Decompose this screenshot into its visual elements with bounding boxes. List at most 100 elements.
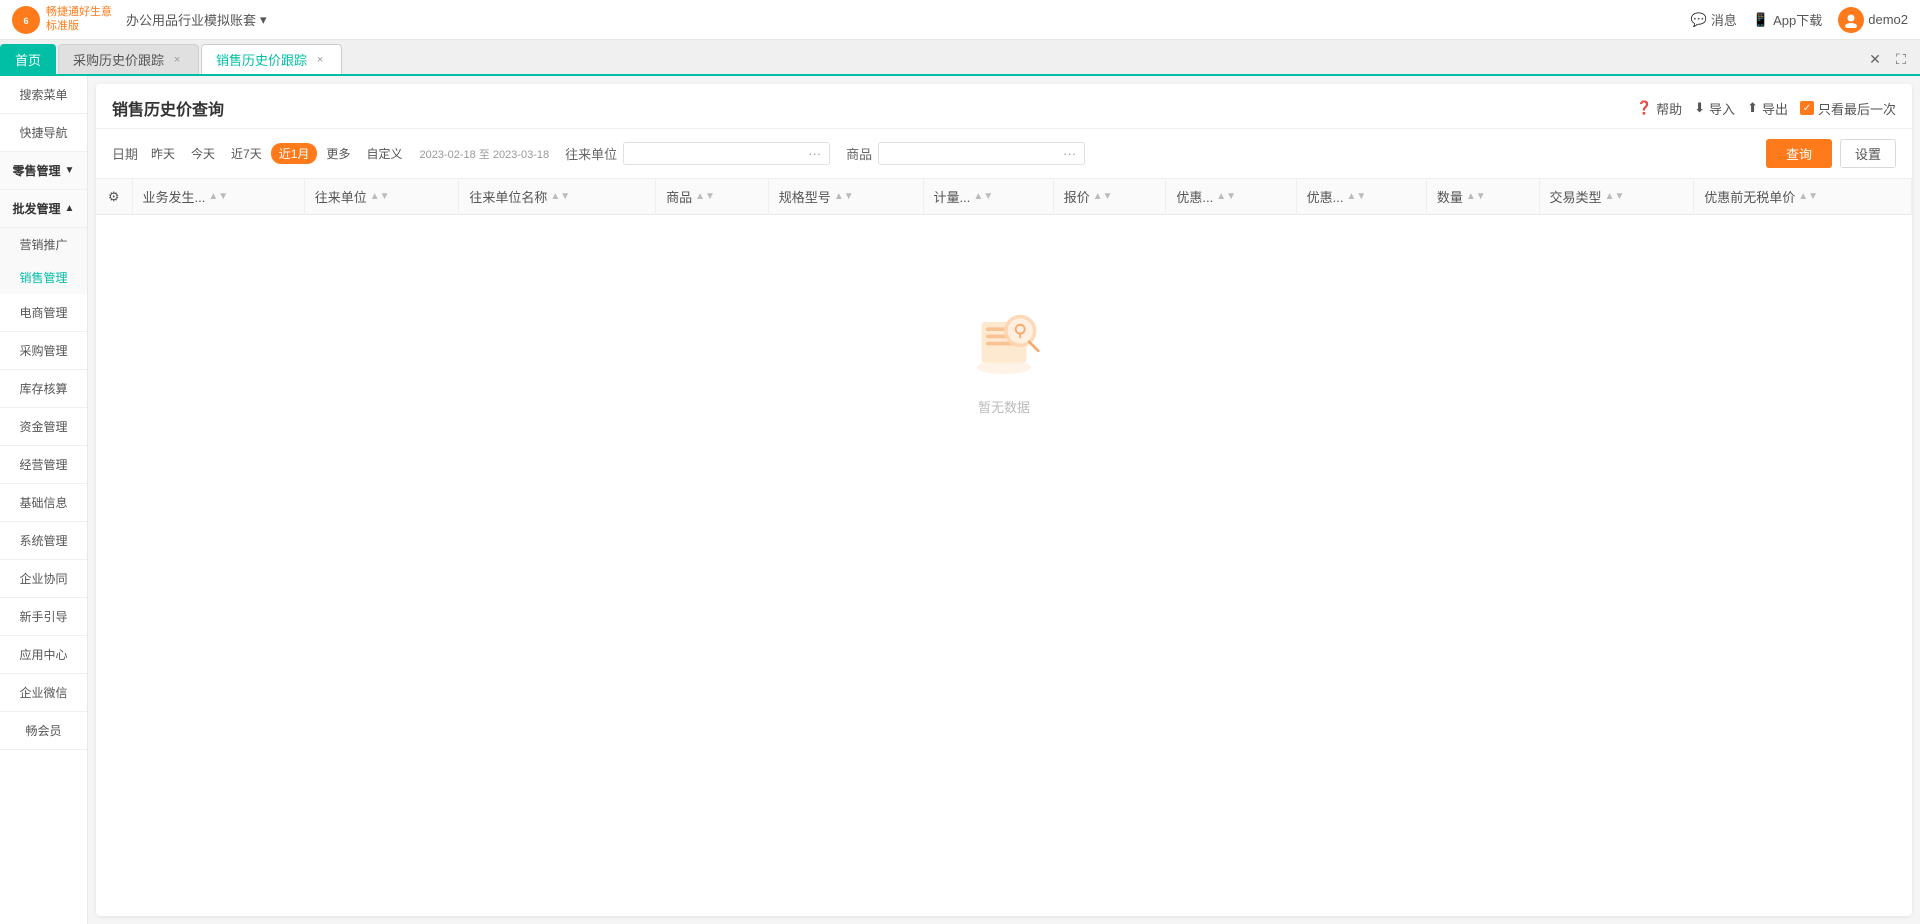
counterparty-dots[interactable]: ···	[808, 146, 821, 161]
app-download-btn[interactable]: 📱 App下载	[1753, 10, 1822, 29]
product-input-wrapper: ···	[878, 142, 1085, 165]
wholesale-caret-icon: ▲	[65, 203, 75, 214]
filter-actions: 查询 设置	[1766, 139, 1896, 168]
import-btn[interactable]: ⬇ 导入	[1694, 99, 1735, 118]
only-last-checkbox[interactable]: ✓	[1800, 101, 1814, 115]
col-settings[interactable]: ⚙	[96, 179, 132, 215]
logo-area: 6 畅捷通好生意 标准版	[12, 6, 112, 34]
sidebar-item-system[interactable]: 系统管理	[0, 522, 87, 560]
tab-sales-history[interactable]: 销售历史价跟踪 ×	[201, 44, 342, 74]
sidebar-item-purchase[interactable]: 采购管理	[0, 332, 87, 370]
logo-text: 畅捷通好生意 标准版	[46, 6, 112, 32]
product-dots[interactable]: ···	[1063, 146, 1076, 161]
sidebar-item-marketing[interactable]: 营销推广	[0, 228, 87, 261]
col-discount2[interactable]: 优惠... ▲▼	[1296, 179, 1426, 215]
sidebar-item-retail-mgmt[interactable]: 零售管理 ▼	[0, 152, 87, 190]
close-all-tabs-btn[interactable]: ✕	[1864, 48, 1886, 70]
sort-icon-pretax-price: ▲▼	[1798, 192, 1818, 202]
tab-home[interactable]: 首页	[0, 44, 56, 74]
sales-history-tab-label: 销售历史价跟踪	[216, 50, 307, 69]
sidebar-item-new-guide[interactable]: 新手引导	[0, 598, 87, 636]
col-discount1[interactable]: 优惠... ▲▼	[1166, 179, 1296, 215]
empty-state: 暂无数据	[96, 215, 1912, 496]
help-btn[interactable]: ❓ 帮助	[1636, 99, 1682, 118]
only-last-checkbox-label[interactable]: ✓ 只看最后一次	[1800, 99, 1896, 118]
help-icon: ❓	[1636, 100, 1652, 116]
top-header: 6 畅捷通好生意 标准版 办公用品行业模拟账套 ▾ 💬 消息 📱 App下载 d…	[0, 0, 1920, 40]
sidebar-item-vip[interactable]: 畅会员	[0, 712, 87, 750]
maximize-btn[interactable]: ⛶	[1890, 48, 1912, 70]
col-trade-type[interactable]: 交易类型 ▲▼	[1539, 179, 1694, 215]
empty-text: 暂无数据	[978, 397, 1030, 416]
date-btn-1month[interactable]: 近1月	[271, 143, 318, 164]
col-counterparty-code[interactable]: 往来单位 ▲▼	[304, 179, 459, 215]
col-product[interactable]: 商品 ▲▼	[656, 179, 769, 215]
settings-gear-icon[interactable]: ⚙	[108, 189, 120, 204]
retail-caret-icon: ▼	[65, 165, 75, 176]
col-spec[interactable]: 规格型号 ▲▼	[768, 179, 923, 215]
sidebar-item-operations[interactable]: 经营管理	[0, 446, 87, 484]
tab-purchase-history[interactable]: 采购历史价跟踪 ×	[58, 44, 199, 74]
col-biz-date[interactable]: 业务发生... ▲▼	[132, 179, 304, 215]
tab-close-purchase[interactable]: ×	[170, 53, 184, 67]
product-filter-group: 商品 ···	[846, 142, 1085, 165]
date-label: 日期	[112, 144, 138, 163]
counterparty-input-wrapper: ···	[623, 142, 830, 165]
message-icon: 💬	[1691, 12, 1707, 28]
counterparty-input[interactable]	[632, 146, 808, 161]
data-table: ⚙ 业务发生... ▲▼ 往来单位	[96, 179, 1912, 215]
page-container: 销售历史价查询 ❓ 帮助 ⬇ 导入 ⬆ 导出 ✓	[96, 84, 1912, 916]
filter-row: 日期 昨天 今天 近7天 近1月 更多 自定义 2023-02-18 至 202…	[96, 129, 1912, 179]
sidebar-item-quick-nav[interactable]: 快捷导航	[0, 114, 87, 152]
tab-bar: 首页 采购历史价跟踪 × 销售历史价跟踪 × ✕ ⛶	[0, 40, 1920, 76]
sidebar-item-enterprise-collab[interactable]: 企业协同	[0, 560, 87, 598]
table-header-row: ⚙ 业务发生... ▲▼ 往来单位	[96, 179, 1912, 215]
message-btn[interactable]: 💬 消息	[1691, 10, 1737, 29]
date-btn-more[interactable]: 更多	[319, 143, 357, 164]
date-range-text: 2023-02-18 至 2023-03-18	[419, 146, 549, 162]
import-icon: ⬇	[1694, 100, 1705, 116]
product-input[interactable]	[887, 146, 1063, 161]
date-btn-7days[interactable]: 近7天	[224, 143, 269, 164]
sort-icon-biz-date: ▲▼	[208, 192, 228, 202]
counterparty-label: 往来单位	[565, 144, 617, 163]
query-btn[interactable]: 查询	[1766, 139, 1832, 168]
tab-bar-right: ✕ ⛶	[1864, 48, 1920, 74]
table-container: ⚙ 业务发生... ▲▼ 往来单位	[96, 179, 1912, 916]
sidebar-item-ecommerce[interactable]: 电商管理	[0, 294, 87, 332]
quick-nav-label: 快捷导航	[19, 124, 67, 141]
col-counterparty-name[interactable]: 往来单位名称 ▲▼	[459, 179, 656, 215]
sidebar-item-wholesale-mgmt[interactable]: 批发管理 ▲	[0, 190, 87, 228]
sort-icon-unit: ▲▼	[973, 192, 993, 202]
sort-icon-spec: ▲▼	[834, 192, 854, 202]
date-btn-custom[interactable]: 自定义	[359, 143, 409, 164]
tab-close-sales[interactable]: ×	[313, 53, 327, 67]
sort-icon-trade-type: ▲▼	[1605, 192, 1625, 202]
sidebar-item-enterprise-wechat[interactable]: 企业微信	[0, 674, 87, 712]
sidebar-item-inventory[interactable]: 库存核算	[0, 370, 87, 408]
user-area[interactable]: demo2	[1838, 7, 1908, 33]
sidebar-item-finance[interactable]: 资金管理	[0, 408, 87, 446]
date-btn-today[interactable]: 今天	[184, 143, 222, 164]
export-btn[interactable]: ⬆ 导出	[1747, 99, 1788, 118]
page-header: 销售历史价查询 ❓ 帮助 ⬇ 导入 ⬆ 导出 ✓	[96, 84, 1912, 129]
content-area: 销售历史价查询 ❓ 帮助 ⬇ 导入 ⬆ 导出 ✓	[88, 76, 1920, 924]
sidebar-item-search-menu[interactable]: 搜索菜单	[0, 76, 87, 114]
export-icon: ⬆	[1747, 100, 1758, 116]
col-pretax-price[interactable]: 优惠前无税单价 ▲▼	[1694, 179, 1912, 215]
sort-icon-discount1: ▲▼	[1216, 192, 1236, 202]
sidebar-item-basic-info[interactable]: 基础信息	[0, 484, 87, 522]
sidebar-item-sales-mgmt[interactable]: 销售管理	[0, 261, 87, 294]
date-btn-yesterday[interactable]: 昨天	[144, 143, 182, 164]
col-quoted-price[interactable]: 报价 ▲▼	[1053, 179, 1166, 215]
col-quantity[interactable]: 数量 ▲▼	[1426, 179, 1539, 215]
col-unit[interactable]: 计量... ▲▼	[923, 179, 1053, 215]
sidebar-item-app-center[interactable]: 应用中心	[0, 636, 87, 674]
sort-icon-quantity: ▲▼	[1466, 192, 1486, 202]
counterparty-filter-group: 往来单位 ···	[565, 142, 830, 165]
app-selector[interactable]: 办公用品行业模拟账套 ▾	[120, 8, 273, 31]
sort-icon-counterparty-name: ▲▼	[550, 192, 570, 202]
home-tab-label: 首页	[15, 50, 41, 69]
settings-btn[interactable]: 设置	[1840, 139, 1896, 168]
wholesale-mgmt-label: 批发管理	[13, 200, 61, 217]
